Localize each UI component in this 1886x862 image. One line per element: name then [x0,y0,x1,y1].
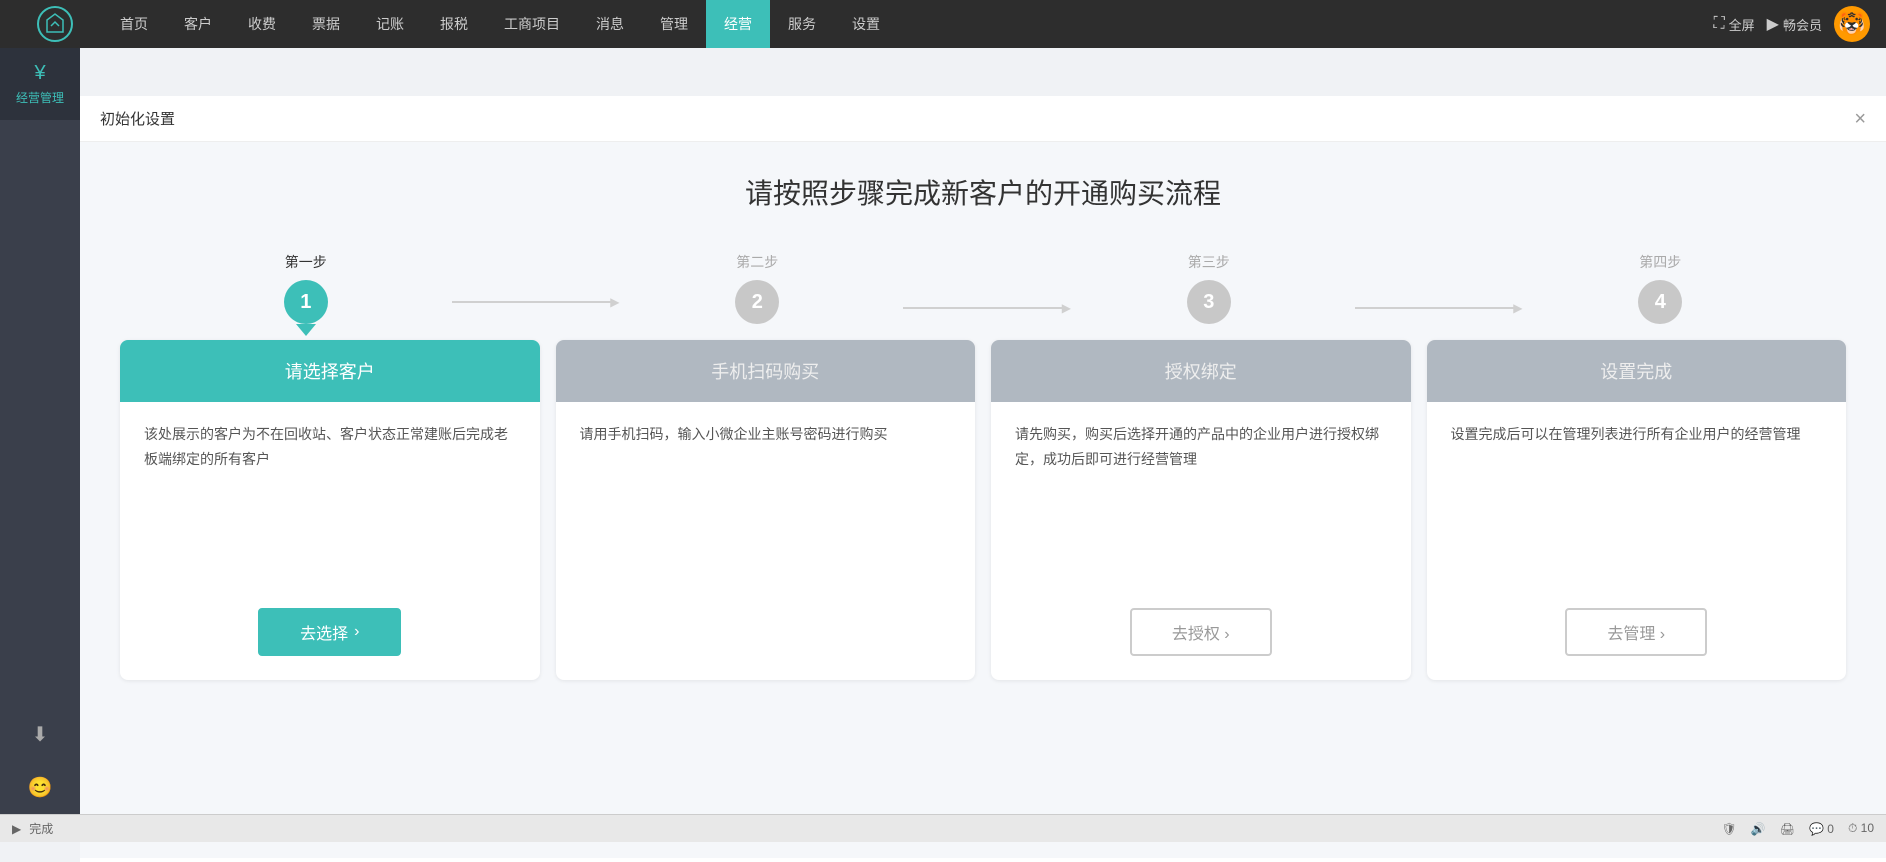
close-button[interactable]: × [1854,109,1866,129]
step1-pointer [296,324,316,336]
go-select-button[interactable]: 去选择 › [258,608,401,656]
card-4-footer: 去管理 › [1427,592,1847,680]
card-3-footer: 去授权 › [991,592,1411,680]
step3-node: 3 [1063,280,1355,336]
card-1-header: 请选择客户 [120,340,540,402]
go-authorize-button[interactable]: 去授权 › [1130,608,1272,656]
page-heading: 请按照步骤完成新客户的开通购买流程 [120,172,1846,212]
nav-item-tax[interactable]: 报税 [422,0,486,48]
nav-item-service[interactable]: 服务 [770,0,834,48]
top-nav: 首页 客户 收费 票据 记账 报税 工商项目 消息 管理 经营 服务 设置 ⛶ … [0,0,1886,48]
nav-item-message[interactable]: 消息 [578,0,642,48]
nav-item-home[interactable]: 首页 [102,0,166,48]
card-2: 手机扫码购买 请用手机扫码，输入小微企业主账号密码进行购买 [556,340,976,680]
print-icon: 🖨 [1780,822,1795,836]
nav-right: ⛶ 全屏 ▶ 畅会员 🐯 [1713,6,1870,42]
nav-item-operation[interactable]: 经营 [706,0,770,48]
card-2-footer [556,640,976,680]
card-3-header: 授权绑定 [991,340,1411,402]
timer-count: ⏱ 10 [1848,821,1874,836]
card-3-body: 请先购买，购买后选择开通的产品中的企业用户进行授权绑定，成功后即可进行经营管理 [991,402,1411,592]
arrow-2-3: ▶ [903,307,1063,309]
steps-circles-row: 1 ▶ 2 ▶ 3 ▶ [120,280,1846,336]
step2-node: 2 [612,280,904,336]
sidebar: ¥ 经营管理 ⬇ 😊 [0,48,80,814]
arrow-1-2: ▶ [452,301,612,303]
nav-items: 首页 客户 收费 票据 记账 报税 工商项目 消息 管理 经营 服务 设置 [102,0,1713,48]
sidebar-item-download[interactable]: ⬇ [0,708,80,761]
sidebar-item-operation[interactable]: ¥ 经营管理 [0,48,80,120]
nav-logo [16,6,94,42]
volume-icon[interactable]: 🔊 [1751,822,1766,836]
step4-label: 第四步 [1515,252,1807,272]
arrow-3-4: ▶ [1355,307,1515,309]
shield-icon: 🛡 [1722,822,1737,836]
cards-row: 请选择客户 该处展示的客户为不在回收站、客户状态正常建账后完成老板端绑定的所有客… [120,340,1846,680]
step1-node: 1 [160,280,452,336]
step1-circle: 1 [284,280,328,324]
card-1-body: 该处展示的客户为不在回收站、客户状态正常建账后完成老板端绑定的所有客户 [120,402,540,592]
nav-item-manage[interactable]: 管理 [642,0,706,48]
play-icon[interactable]: ▶ [12,822,21,836]
status-bar: ▶ 完成 🛡 🔊 🖨 💬 0 ⏱ 10 [0,814,1886,842]
status-right: 🛡 🔊 🖨 💬 0 ⏱ 10 [1722,821,1874,836]
download-icon: ⬇ [32,722,49,747]
nav-item-bill[interactable]: 票据 [294,0,358,48]
nav-item-customer[interactable]: 客户 [166,0,230,48]
step3-circle: 3 [1187,280,1231,324]
card-4: 设置完成 设置完成后可以在管理列表进行所有企业用户的经营管理 去管理 › [1427,340,1847,680]
card-2-header: 手机扫码购买 [556,340,976,402]
go-manage-button[interactable]: 去管理 › [1565,608,1707,656]
card-2-body: 请用手机扫码，输入小微企业主账号密码进行购买 [556,402,976,640]
fullscreen-btn[interactable]: ⛶ 全屏 [1713,15,1754,34]
support-icon: 😊 [28,775,53,800]
step4-node: 4 [1515,280,1807,336]
nav-item-settings[interactable]: 设置 [834,0,898,48]
card-4-body: 设置完成后可以在管理列表进行所有企业用户的经营管理 [1427,402,1847,592]
sidebar-bottom: ⬇ 😊 [0,708,80,814]
avatar[interactable]: 🐯 [1834,6,1870,42]
card-4-header: 设置完成 [1427,340,1847,402]
nav-item-account[interactable]: 记账 [358,0,422,48]
sidebar-item-support[interactable]: 😊 [0,761,80,814]
step3-label: 第三步 [1063,252,1355,272]
nav-item-charge[interactable]: 收费 [230,0,294,48]
card-3: 授权绑定 请先购买，购买后选择开通的产品中的企业用户进行授权绑定，成功后即可进行… [991,340,1411,680]
member-btn[interactable]: ▶ 畅会员 [1767,14,1822,34]
main-content: 初始化设置 × 请按照步骤完成新客户的开通购买流程 第一步 第二步 第三步 第四… [80,96,1886,862]
step2-circle: 2 [735,280,779,324]
message-count: 💬 0 [1809,822,1834,836]
step1-label: 第一步 [160,252,452,272]
step2-label: 第二步 [612,252,904,272]
steps-labels-row: 第一步 第二步 第三步 第四步 [120,252,1846,272]
yuan-icon: ¥ [34,62,45,85]
status-text: 完成 [29,820,53,837]
content-header: 初始化设置 × [80,96,1886,142]
step4-circle: 4 [1638,280,1682,324]
card-1-footer: 去选择 › [120,592,540,680]
content-body: 请按照步骤完成新客户的开通购买流程 第一步 第二步 第三步 第四步 1 ▶ 2 [80,142,1886,858]
nav-item-business[interactable]: 工商项目 [486,0,578,48]
card-1: 请选择客户 该处展示的客户为不在回收站、客户状态正常建账后完成老板端绑定的所有客… [120,340,540,680]
page-title: 初始化设置 [100,108,175,129]
